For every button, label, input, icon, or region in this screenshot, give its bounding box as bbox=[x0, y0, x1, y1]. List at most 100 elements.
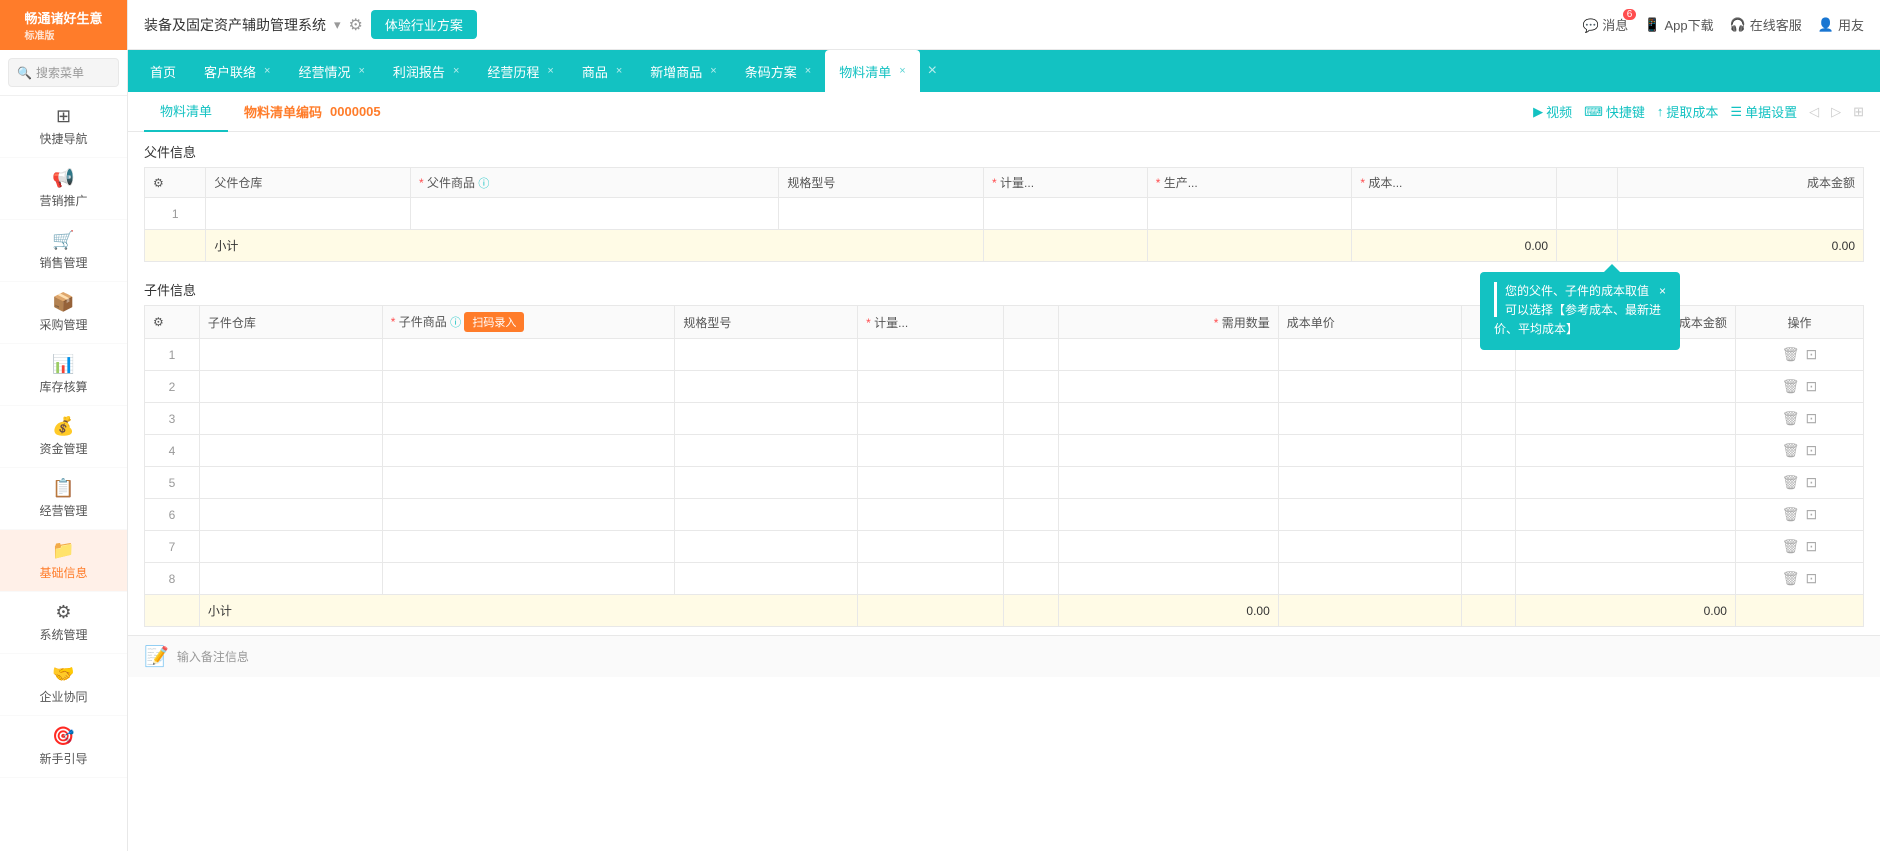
child-unit-cost-8[interactable] bbox=[1278, 563, 1461, 595]
child-spec-4[interactable] bbox=[675, 435, 858, 467]
grid-icon[interactable]: ⊞ bbox=[1853, 104, 1864, 120]
child-warehouse-2[interactable] bbox=[199, 371, 382, 403]
child-goods-8[interactable] bbox=[382, 563, 675, 595]
child-warehouse-8[interactable] bbox=[199, 563, 382, 595]
child-goods-6[interactable] bbox=[382, 499, 675, 531]
nav-tab-profit[interactable]: 利润报告× bbox=[379, 50, 473, 92]
nav-tab-close-customer[interactable]: × bbox=[264, 65, 270, 77]
child-spec-3[interactable] bbox=[675, 403, 858, 435]
parent-warehouse-cell[interactable] bbox=[206, 198, 411, 230]
nav-tab-close-operation[interactable]: × bbox=[358, 65, 364, 77]
child-unit-cost-1[interactable] bbox=[1278, 339, 1461, 371]
tooltip-close-btn[interactable]: × bbox=[1659, 282, 1666, 301]
child-unit-8[interactable] bbox=[858, 563, 1004, 595]
copy-icon-2[interactable]: ⊡ bbox=[1805, 378, 1817, 395]
nav-tab-new_goods[interactable]: 新增商品× bbox=[636, 50, 730, 92]
extract-cost-link[interactable]: ↑ 提取成本 bbox=[1657, 102, 1719, 121]
parent-amount-cell[interactable] bbox=[1618, 198, 1864, 230]
delete-icon-1[interactable]: 🗑 bbox=[1782, 346, 1800, 363]
copy-icon-8[interactable]: ⊡ bbox=[1805, 570, 1817, 587]
app-download[interactable]: 📱 App下载 bbox=[1644, 15, 1713, 34]
child-goods-2[interactable] bbox=[382, 371, 675, 403]
child-quantity-1[interactable] bbox=[1059, 339, 1278, 371]
child-quantity-6[interactable] bbox=[1059, 499, 1278, 531]
delete-icon-7[interactable]: 🗑 bbox=[1782, 538, 1800, 555]
child-amount-4[interactable] bbox=[1516, 435, 1735, 467]
nav-tab-close-profit[interactable]: × bbox=[453, 65, 459, 77]
child-unit-cost-4[interactable] bbox=[1278, 435, 1461, 467]
child-warehouse-6[interactable] bbox=[199, 499, 382, 531]
sidebar-item-purchase[interactable]: 📦采购管理 bbox=[0, 282, 127, 344]
sidebar-item-operation-mgr[interactable]: 📋经营管理 bbox=[0, 468, 127, 530]
child-warehouse-3[interactable] bbox=[199, 403, 382, 435]
nav-tab-barcode[interactable]: 条码方案× bbox=[731, 50, 825, 92]
child-unit-cost-3[interactable] bbox=[1278, 403, 1461, 435]
child-quantity-7[interactable] bbox=[1059, 531, 1278, 563]
child-spec-2[interactable] bbox=[675, 371, 858, 403]
child-gear-icon[interactable]: ⚙ bbox=[153, 315, 164, 329]
sidebar-item-basic-info[interactable]: 📁基础信息 bbox=[0, 530, 127, 592]
sidebar-item-sales[interactable]: 🛒销售管理 bbox=[0, 220, 127, 282]
delete-icon-2[interactable]: 🗑 bbox=[1782, 378, 1800, 395]
view-link[interactable]: ▶ 视频 bbox=[1533, 102, 1572, 121]
nav-tab-goods[interactable]: 商品× bbox=[568, 50, 636, 92]
sidebar-item-system[interactable]: ⚙系统管理 bbox=[0, 592, 127, 654]
child-quantity-4[interactable] bbox=[1059, 435, 1278, 467]
child-unit-cost-6[interactable] bbox=[1278, 499, 1461, 531]
nav-tab-close-history[interactable]: × bbox=[547, 65, 553, 77]
child-warehouse-4[interactable] bbox=[199, 435, 382, 467]
child-goods-7[interactable] bbox=[382, 531, 675, 563]
child-unit-3[interactable] bbox=[858, 403, 1004, 435]
nav-tab-home[interactable]: 首页 bbox=[136, 50, 190, 92]
child-amount-3[interactable] bbox=[1516, 403, 1735, 435]
child-spec-1[interactable] bbox=[675, 339, 858, 371]
copy-icon-7[interactable]: ⊡ bbox=[1805, 538, 1817, 555]
child-goods-4[interactable] bbox=[382, 435, 675, 467]
copy-icon-3[interactable]: ⊡ bbox=[1805, 410, 1817, 427]
nav-tab-close-bom[interactable]: × bbox=[899, 65, 905, 77]
child-goods-3[interactable] bbox=[382, 403, 675, 435]
shortcut-link[interactable]: ⌨ 快捷键 bbox=[1584, 102, 1645, 121]
search-menu-button[interactable]: 🔍 搜索菜单 bbox=[8, 58, 119, 87]
nav-close-all[interactable]: × bbox=[920, 62, 945, 80]
child-spec-8[interactable] bbox=[675, 563, 858, 595]
user-area[interactable]: 👤 用友 bbox=[1818, 15, 1864, 34]
child-amount-7[interactable] bbox=[1516, 531, 1735, 563]
nav-tab-close-new_goods[interactable]: × bbox=[710, 65, 716, 77]
nav-tab-customer[interactable]: 客户联络× bbox=[190, 50, 284, 92]
delete-icon-5[interactable]: 🗑 bbox=[1782, 474, 1800, 491]
child-unit-6[interactable] bbox=[858, 499, 1004, 531]
note-placeholder[interactable]: 输入备注信息 bbox=[177, 648, 249, 665]
copy-icon-1[interactable]: ⊡ bbox=[1805, 346, 1817, 363]
child-quantity-5[interactable] bbox=[1059, 467, 1278, 499]
child-warehouse-7[interactable] bbox=[199, 531, 382, 563]
delete-icon-8[interactable]: 🗑 bbox=[1782, 570, 1800, 587]
child-amount-2[interactable] bbox=[1516, 371, 1735, 403]
child-unit-4[interactable] bbox=[858, 435, 1004, 467]
child-unit-cost-5[interactable] bbox=[1278, 467, 1461, 499]
child-unit-cost-2[interactable] bbox=[1278, 371, 1461, 403]
child-spec-5[interactable] bbox=[675, 467, 858, 499]
online-service[interactable]: 🎧 在线客服 bbox=[1730, 15, 1802, 34]
nav-tab-bom[interactable]: 物料清单× bbox=[825, 50, 919, 92]
child-amount-8[interactable] bbox=[1516, 563, 1735, 595]
child-quantity-2[interactable] bbox=[1059, 371, 1278, 403]
child-warehouse-1[interactable] bbox=[199, 339, 382, 371]
child-quantity-3[interactable] bbox=[1059, 403, 1278, 435]
prev-icon[interactable]: ◁ bbox=[1809, 104, 1819, 120]
trial-button[interactable]: 体验行业方案 bbox=[371, 10, 477, 39]
sidebar-item-quick-nav[interactable]: ⊞快捷导航 bbox=[0, 96, 127, 158]
child-quantity-8[interactable] bbox=[1059, 563, 1278, 595]
sub-tab-bom[interactable]: 物料清单 bbox=[144, 92, 228, 132]
child-warehouse-5[interactable] bbox=[199, 467, 382, 499]
child-spec-6[interactable] bbox=[675, 499, 858, 531]
sidebar-item-inventory[interactable]: 📊库存核算 bbox=[0, 344, 127, 406]
sidebar-item-finance[interactable]: 💰资金管理 bbox=[0, 406, 127, 468]
parent-spec-cell[interactable] bbox=[779, 198, 984, 230]
sidebar-item-guide[interactable]: 🎯新手引导 bbox=[0, 716, 127, 778]
parent-cost-cell[interactable] bbox=[1352, 198, 1557, 230]
next-icon[interactable]: ▷ bbox=[1831, 104, 1841, 120]
child-amount-5[interactable] bbox=[1516, 467, 1735, 499]
child-amount-6[interactable] bbox=[1516, 499, 1735, 531]
parent-produce-cell[interactable] bbox=[1147, 198, 1352, 230]
